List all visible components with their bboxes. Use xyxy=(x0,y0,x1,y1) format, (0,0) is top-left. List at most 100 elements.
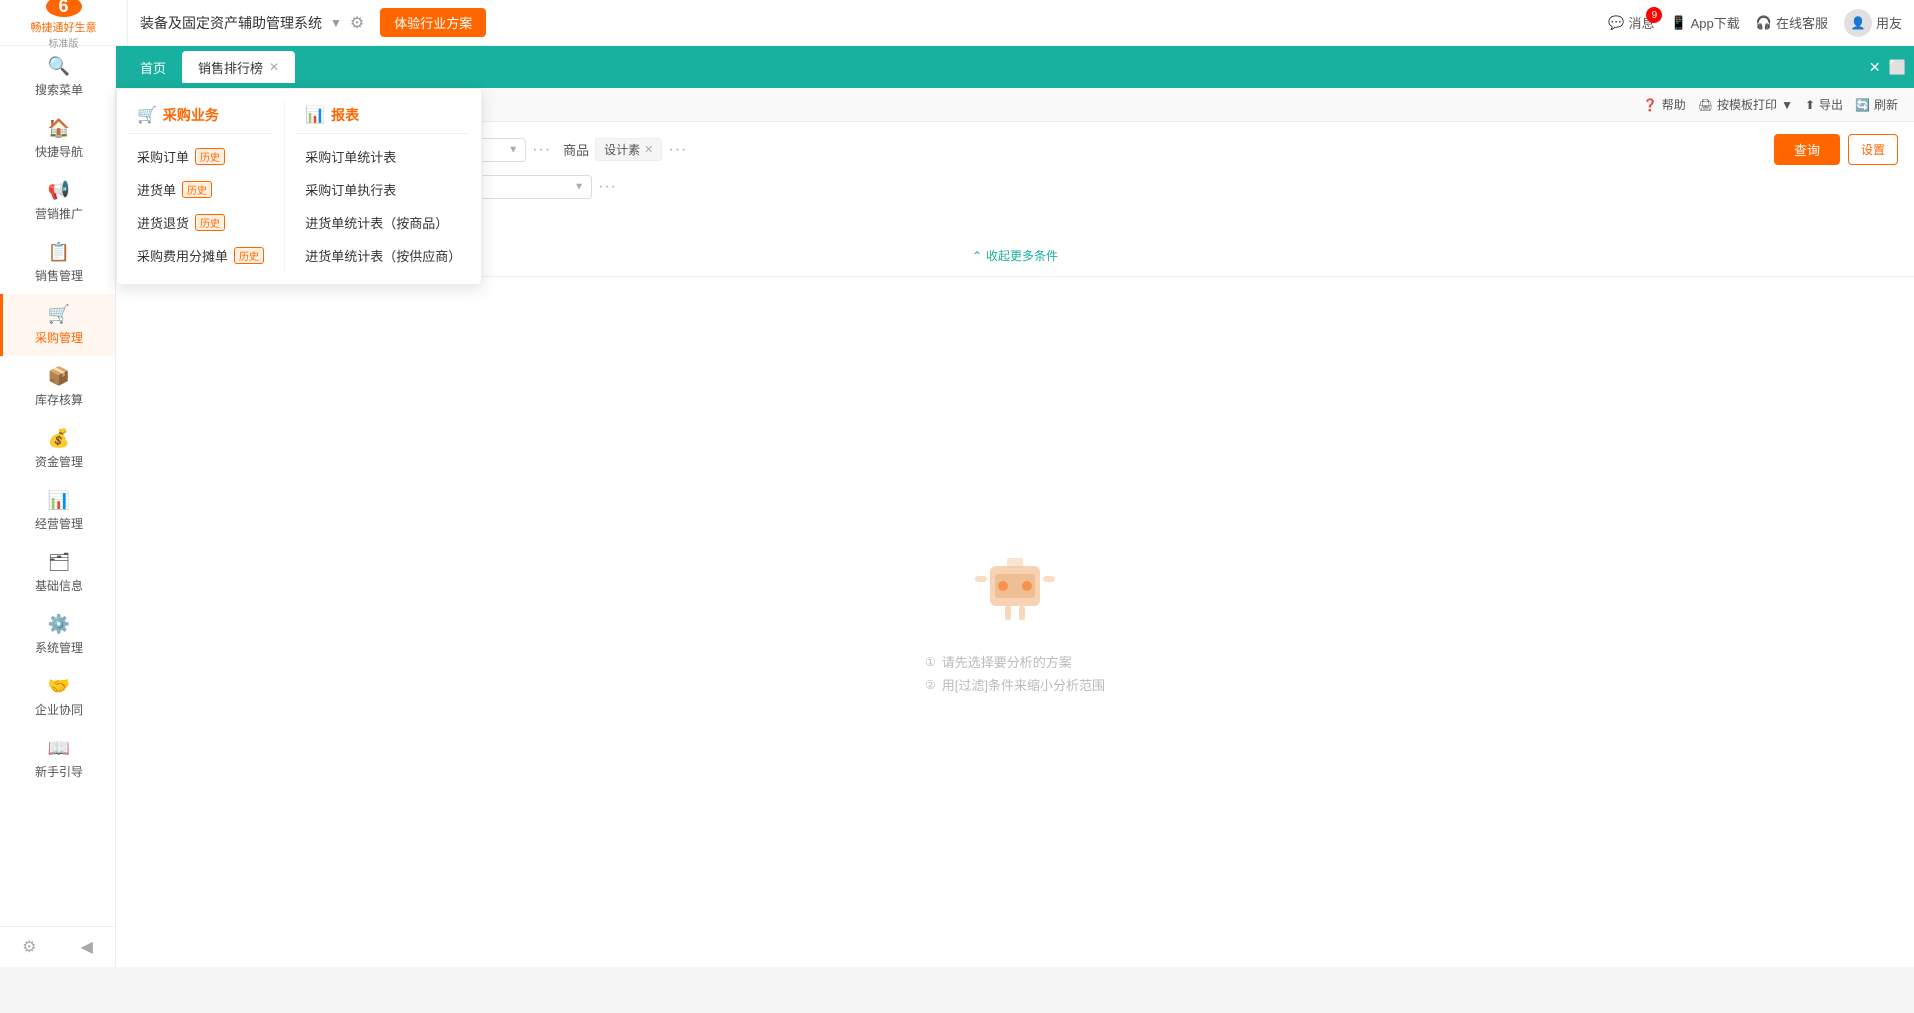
sidebar-settings-btn[interactable]: ⚙ xyxy=(22,937,36,957)
incoming-hist-badge: 历史 xyxy=(182,181,212,198)
sidebar-item-label: 经营管理 xyxy=(35,515,83,532)
dropdown-purchase-title: 🛒 采购业务 xyxy=(129,101,272,134)
industry-btn[interactable]: 体验行业方案 xyxy=(380,8,486,37)
sidebar-item-purchase[interactable]: 🛒 采购管理 xyxy=(0,294,115,356)
action-btns: 查询 设置 xyxy=(1774,134,1898,165)
help-btn[interactable]: ❓ 帮助 xyxy=(1643,96,1686,113)
system-area: 装备及固定资产辅助管理系统 ▼ ⚙ 体验行业方案 xyxy=(140,8,1608,37)
dropdown-item-order-stats[interactable]: 采购订单统计表 xyxy=(297,140,469,173)
sidebar-item-guide[interactable]: 📖 新手引导 xyxy=(0,728,115,790)
query-btn[interactable]: 查询 xyxy=(1774,134,1840,165)
user-item[interactable]: 👤 用友 xyxy=(1844,9,1902,37)
search-icon: 🔍 xyxy=(48,56,70,77)
print-icon: 🖨 xyxy=(1698,98,1713,112)
tab-close-icon[interactable]: ✕ xyxy=(269,60,279,74)
dropdown-item-return[interactable]: 进货退货 历史 xyxy=(129,206,272,239)
dropdown-item-incoming-stats-supplier[interactable]: 进货单统计表（按供应商） xyxy=(297,239,469,272)
sidebar-item-basic-info[interactable]: 🗂 基础信息 xyxy=(0,542,115,604)
purchase-icon: 🛒 xyxy=(48,304,70,325)
help-icon: ❓ xyxy=(1643,98,1658,112)
tabbar-close-icon[interactable]: ✕ xyxy=(1869,59,1881,76)
settings-btn[interactable]: 设置 xyxy=(1848,134,1898,165)
cooperation-icon: 🤝 xyxy=(48,676,70,697)
refresh-btn[interactable]: 🔄 刷新 xyxy=(1855,96,1898,113)
dropdown-report-col: 📊 报表 采购订单统计表 采购订单执行表 进货单统计表（按商品） 进货单统计表（… xyxy=(284,101,481,272)
collapse-btn[interactable]: ⌃ 收起更多条件 xyxy=(972,247,1058,264)
sidebar-item-label: 资金管理 xyxy=(35,453,83,470)
tabbar-fullscreen-icon[interactable]: ⬜ xyxy=(1889,59,1906,76)
export-label: 导出 xyxy=(1819,96,1843,113)
export-btn[interactable]: ⬆ 导出 xyxy=(1805,96,1843,113)
sidebar-item-sales[interactable]: 📋 销售管理 xyxy=(0,232,115,294)
goods-tag-label: 设计素 xyxy=(604,141,640,158)
system-dropdown-arrow[interactable]: ▼ xyxy=(330,16,342,30)
goods-filter: 商品 设计素 ✕ ··· xyxy=(563,138,687,161)
sidebar-item-search[interactable]: 🔍 搜索菜单 xyxy=(0,46,115,108)
sidebar-item-label: 库存核算 xyxy=(35,391,83,408)
app-download-item[interactable]: 📱 App下载 xyxy=(1670,13,1739,32)
operations-icon: 📊 xyxy=(48,490,70,511)
phone-icon: 📱 xyxy=(1670,15,1686,31)
sidebar-item-operations[interactable]: 📊 经营管理 xyxy=(0,480,115,542)
order-stats-label: 采购订单统计表 xyxy=(305,147,396,166)
tabbar-right: ✕ ⬜ xyxy=(1869,59,1906,76)
sidebar-item-system[interactable]: ⚙️ 系统管理 xyxy=(0,604,115,666)
sidebar-item-quick-nav[interactable]: 🏠 快捷导航 xyxy=(0,108,115,170)
print-btn[interactable]: 🖨 按模板打印 ▼ xyxy=(1698,96,1793,113)
sidebar-item-finance[interactable]: 💰 资金管理 xyxy=(0,418,115,480)
print-label: 按模板打印 xyxy=(1717,96,1777,113)
system-name: 装备及固定资产辅助管理系统 xyxy=(140,13,322,33)
purchase-order-hist-badge: 历史 xyxy=(195,148,225,165)
system-settings-icon[interactable]: ⚙ xyxy=(350,13,364,33)
goods-more-icon[interactable]: ··· xyxy=(668,141,687,159)
sidebar-item-cooperation[interactable]: 🤝 企业协同 xyxy=(0,666,115,728)
sidebar-item-inventory[interactable]: 📦 库存核算 xyxy=(0,356,115,418)
doc-status-more-icon[interactable]: ··· xyxy=(532,141,551,159)
incoming-stats-supplier-label: 进货单统计表（按供应商） xyxy=(305,246,461,265)
sidebar-bottom: ⚙ ◀ xyxy=(0,926,115,967)
dropdown-item-incoming[interactable]: 进货单 历史 xyxy=(129,173,272,206)
message-icon: 💬 xyxy=(1608,15,1624,31)
logo-icon: 6 xyxy=(46,0,82,17)
empty-hint-2: 用[过滤]条件来缩小分析范围 xyxy=(925,675,1105,694)
dropdown-item-incoming-stats-goods[interactable]: 进货单统计表（按商品） xyxy=(297,206,469,239)
dropdown-item-order-exec[interactable]: 采购订单执行表 xyxy=(297,173,469,206)
content-area: 请先选择要分析的方案 用[过滤]条件来缩小分析范围 xyxy=(116,277,1914,967)
collapse-up-icon: ⌃ xyxy=(972,249,982,263)
dropdown-item-purchase-order[interactable]: 采购订单 历史 xyxy=(129,140,272,173)
sidebar-item-label: 营销推广 xyxy=(35,205,83,222)
tab-sales-rank[interactable]: 销售排行榜 ✕ xyxy=(182,51,295,83)
tab-home[interactable]: 首页 xyxy=(124,51,182,83)
empty-illustration xyxy=(965,546,1065,636)
messages-item[interactable]: 💬 消息 9 xyxy=(1608,13,1654,32)
sidebar: 🔍 搜索菜单 🏠 快捷导航 📢 营销推广 📋 销售管理 🛒 采购管理 📦 库存核… xyxy=(0,46,116,967)
headset-icon: 🎧 xyxy=(1756,15,1772,31)
sales-icon: 📋 xyxy=(48,242,70,263)
dropdown-report-title: 📊 报表 xyxy=(297,101,469,134)
sidebar-item-label: 企业协同 xyxy=(35,701,83,718)
expense-label: 采购费用分摊单 xyxy=(137,246,228,265)
goods-tag: 设计素 ✕ xyxy=(595,138,662,161)
goods-tag-close[interactable]: ✕ xyxy=(644,143,653,156)
print-arrow-icon: ▼ xyxy=(1781,98,1793,112)
inventory-icon: 📦 xyxy=(48,366,70,387)
dropdown-overlay: 🛒 采购业务 采购订单 历史 进货单 历史 进货退货 历史 采购费用分摊单 历史 xyxy=(116,88,482,285)
sidebar-collapse-btn[interactable]: ◀ xyxy=(81,937,93,957)
export-icon: ⬆ xyxy=(1805,98,1815,112)
online-service-item[interactable]: 🎧 在线客服 xyxy=(1756,13,1828,32)
report-col-label: 报表 xyxy=(331,105,359,125)
tab-sales-rank-label: 销售排行榜 xyxy=(198,58,263,77)
sidebar-item-marketing[interactable]: 📢 营销推广 xyxy=(0,170,115,232)
online-service-label: 在线客服 xyxy=(1776,13,1828,32)
app-label: App下载 xyxy=(1691,13,1740,32)
finance-icon: 💰 xyxy=(48,428,70,449)
dropdown-purchase-col: 🛒 采购业务 采购订单 历史 进货单 历史 进货退货 历史 采购费用分摊单 历史 xyxy=(117,101,284,272)
empty-text-list: 请先选择要分析的方案 用[过滤]条件来缩小分析范围 xyxy=(925,652,1105,698)
dropdown-item-expense[interactable]: 采购费用分摊单 历史 xyxy=(129,239,272,272)
messages-badge: 9 xyxy=(1646,7,1662,23)
salesperson-more-icon[interactable]: ··· xyxy=(598,178,617,196)
user-label: 用友 xyxy=(1876,13,1902,32)
purchase-order-label: 采购订单 xyxy=(137,147,189,166)
logo-sub: 标准版 xyxy=(49,35,79,50)
sidebar-item-label: 销售管理 xyxy=(35,267,83,284)
